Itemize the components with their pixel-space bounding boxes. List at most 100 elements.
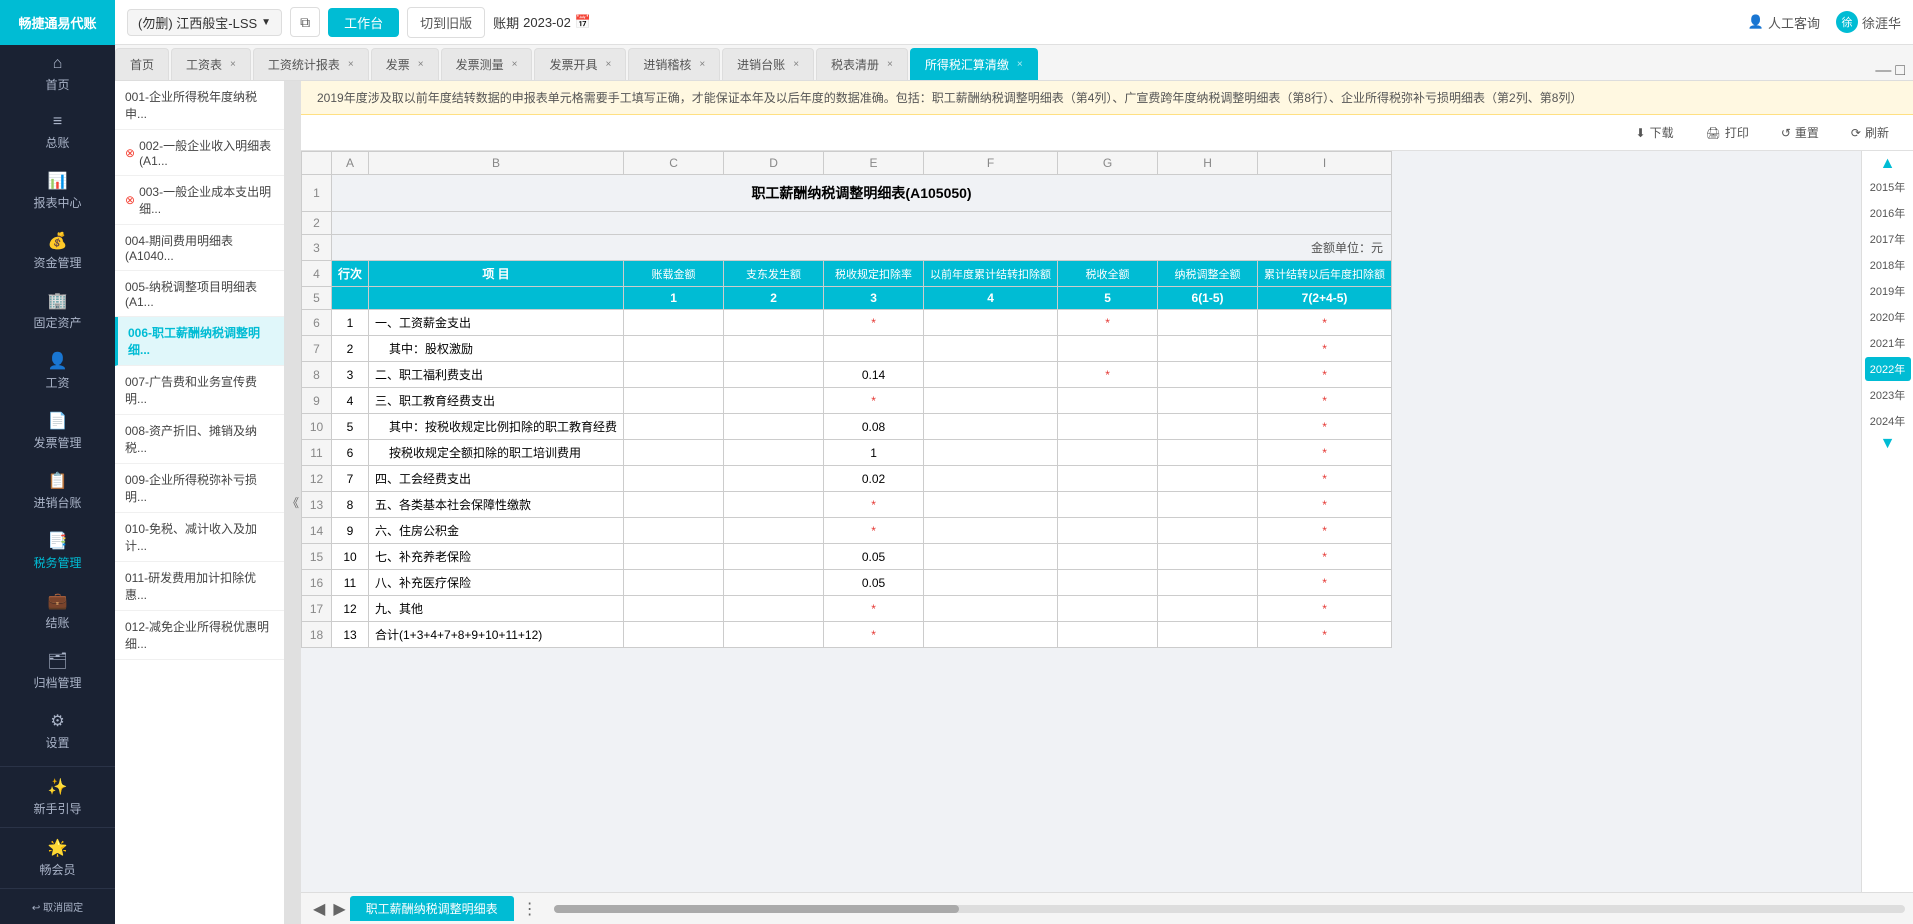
tab-close-sales-check[interactable]: × — [699, 59, 705, 70]
subheader-2: 2 — [724, 287, 824, 310]
support-link[interactable]: 👤 人工客询 — [1748, 13, 1820, 32]
panel-item-003[interactable]: ⊗ 003-一般企业成本支出明细... — [115, 176, 284, 225]
nav-ledger[interactable]: ≡ 总账 — [0, 103, 115, 161]
nav-vip[interactable]: 🌟 畅会员 — [0, 827, 115, 888]
table-row: 6 1 一、工资薪金支出 * * * — [302, 310, 1392, 336]
nav-close[interactable]: 💼 结账 — [0, 581, 115, 641]
col-header-e: 税收规定扣除率 — [824, 261, 924, 287]
year-2020[interactable]: 2020年 — [1865, 305, 1911, 329]
nav-invoice[interactable]: 📄 发票管理 — [0, 401, 115, 461]
year-2017[interactable]: 2017年 — [1865, 227, 1911, 251]
tab-tax-book[interactable]: 税表清册× — [816, 48, 908, 80]
nav-assets[interactable]: 🏢 固定资产 — [0, 281, 115, 341]
calendar-icon[interactable]: 📅 — [575, 14, 591, 30]
nav-salary[interactable]: 👤 工资 — [0, 341, 115, 401]
reset-button[interactable]: ↺ 重置 — [1773, 121, 1827, 144]
left-panel: 001-企业所得税年度纳税申... ⊗ 002-一般企业收入明细表(A1... … — [115, 81, 285, 924]
panel-item-007[interactable]: 007-广告费和业务宣传费明... — [115, 366, 284, 415]
tab-salary[interactable]: 工资表× — [171, 48, 251, 80]
panel-item-009[interactable]: 009-企业所得税弥补亏损明... — [115, 464, 284, 513]
print-button[interactable]: 🖨 打印 — [1698, 121, 1757, 144]
refresh-button[interactable]: ⟳ 刷新 — [1843, 121, 1897, 144]
nav-tax[interactable]: 📑 税务管理 — [0, 521, 115, 581]
app-logo: 畅捷通易代账 — [0, 0, 115, 45]
download-button[interactable]: ⬇ 下载 — [1628, 121, 1682, 144]
subheader-5: 5 — [1058, 287, 1158, 310]
nav-salesledger[interactable]: 📋 进销台账 — [0, 461, 115, 521]
tab-close-salary[interactable]: × — [230, 59, 236, 70]
nav-home[interactable]: ⌂ 首页 — [0, 45, 115, 103]
tab-salary-report[interactable]: 工资统计报表× — [253, 48, 369, 80]
year-2018[interactable]: 2018年 — [1865, 253, 1911, 277]
panel-collapse-button[interactable]: 《 — [285, 81, 301, 924]
bottom-scrollbar[interactable] — [554, 905, 1905, 913]
support-icon: 👤 — [1748, 14, 1764, 30]
year-2015[interactable]: 2015年 — [1865, 175, 1911, 199]
tax-icon: 📑 — [48, 531, 68, 551]
panel-item-002[interactable]: ⊗ 002-一般企业收入明细表(A1... — [115, 130, 284, 176]
panel-item-011[interactable]: 011-研发费用加计扣除优惠... — [115, 562, 284, 611]
tab-invoice-open[interactable]: 发票开具× — [534, 48, 626, 80]
col-B-header: B — [369, 152, 624, 175]
nav-archive[interactable]: 🗂 归档管理 — [0, 641, 115, 701]
nav-reports[interactable]: 📊 报表中心 — [0, 161, 115, 221]
main-area: (勿删) 江西般宝-LSS ▼ ⧉ 工作台 切到旧版 账期 2023-02 📅 … — [115, 0, 1913, 924]
tab-controls: — □ — [1867, 62, 1913, 80]
year-2019[interactable]: 2019年 — [1865, 279, 1911, 303]
tab-home[interactable]: 首页 — [115, 48, 169, 80]
tab-invoice-measure[interactable]: 发票测量× — [441, 48, 533, 80]
panel-item-001[interactable]: 001-企业所得税年度纳税申... — [115, 81, 284, 130]
copy-icon[interactable]: ⧉ — [290, 7, 320, 37]
panel-item-008[interactable]: 008-资产折旧、摊销及纳税... — [115, 415, 284, 464]
tab-income-tax[interactable]: 所得税汇算清缴× — [910, 48, 1038, 80]
year-2021[interactable]: 2021年 — [1865, 331, 1911, 355]
user-profile[interactable]: 徐 徐涯华 — [1836, 11, 1901, 33]
old-version-button[interactable]: 切到旧版 — [407, 7, 485, 38]
sheet-nav-right[interactable]: ▶ — [333, 899, 345, 919]
col-header-g: 税收全额 — [1058, 261, 1158, 287]
panel-item-010[interactable]: 010-免税、减计收入及加计... — [115, 513, 284, 562]
tab-close-income-tax[interactable]: × — [1017, 59, 1023, 70]
content-area: 001-企业所得税年度纳税申... ⊗ 002-一般企业收入明细表(A1... … — [115, 81, 1913, 924]
panel-item-005[interactable]: 005-纳税调整项目明细表(A1... — [115, 271, 284, 317]
nav-finance[interactable]: 💰 资金管理 — [0, 221, 115, 281]
company-selector[interactable]: (勿删) 江西般宝-LSS ▼ — [127, 9, 282, 36]
tab-bar: 首页 工资表× 工资统计报表× 发票× 发票测量× 发票开具× 进销稽核× 进销… — [115, 45, 1913, 81]
year-sidebar: ▲ 2015年 2016年 2017年 2018年 2019年 2020年 20… — [1861, 151, 1913, 892]
tab-close-invoice[interactable]: × — [418, 59, 424, 70]
year-nav-down[interactable]: ▼ — [1880, 435, 1896, 453]
panel-item-006[interactable]: 006-职工薪酬纳税调整明细... — [115, 317, 284, 366]
nav-undo-fixed[interactable]: ↩ 取消固定 — [0, 888, 115, 924]
spreadsheet-wrapper[interactable]: A B C D E F G H I — [301, 151, 1913, 892]
col-E-header: E — [824, 152, 924, 175]
tab-invoice[interactable]: 发票× — [371, 48, 439, 80]
year-nav-up[interactable]: ▲ — [1880, 155, 1896, 173]
tab-close-salary-report[interactable]: × — [348, 59, 354, 70]
salary-icon: 👤 — [48, 351, 68, 371]
panel-item-004[interactable]: 004-期间费用明细表(A1040... — [115, 225, 284, 271]
col-header-f: 以前年度累计结转扣除额 — [924, 261, 1058, 287]
year-2016[interactable]: 2016年 — [1865, 201, 1911, 225]
sheet-options-icon[interactable]: ⋮ — [522, 899, 538, 919]
col-header-item: 项 目 — [369, 261, 624, 287]
tab-maximize-icon[interactable]: □ — [1895, 62, 1905, 80]
table-row: 14 9 六、住房公积金 * * — [302, 518, 1392, 544]
sheet-nav-left[interactable]: ◀ — [313, 899, 325, 919]
workspace-button[interactable]: 工作台 — [328, 8, 399, 37]
tab-close-invoice-open[interactable]: × — [605, 59, 611, 70]
tab-minimize-icon[interactable]: — — [1875, 62, 1891, 80]
spreadsheet-container: A B C D E F G H I — [301, 151, 1861, 892]
tab-close-invoice-measure[interactable]: × — [512, 59, 518, 70]
year-2022[interactable]: 2022年 — [1865, 357, 1911, 381]
nav-settings[interactable]: ⚙ 设置 — [0, 701, 115, 761]
sheet-tab-salary[interactable]: 职工薪酬纳税调整明细表 — [350, 896, 514, 921]
year-2024[interactable]: 2024年 — [1865, 409, 1911, 433]
col-C-header: C — [624, 152, 724, 175]
tab-sales-check[interactable]: 进销稽核× — [628, 48, 720, 80]
panel-item-012[interactable]: 012-减免企业所得税优惠明细... — [115, 611, 284, 660]
nav-guide[interactable]: ✨ 新手引导 — [0, 766, 115, 827]
year-2023[interactable]: 2023年 — [1865, 383, 1911, 407]
tab-close-sales-ledger[interactable]: × — [793, 59, 799, 70]
tab-sales-ledger[interactable]: 进销台账× — [722, 48, 814, 80]
tab-close-tax-book[interactable]: × — [887, 59, 893, 70]
